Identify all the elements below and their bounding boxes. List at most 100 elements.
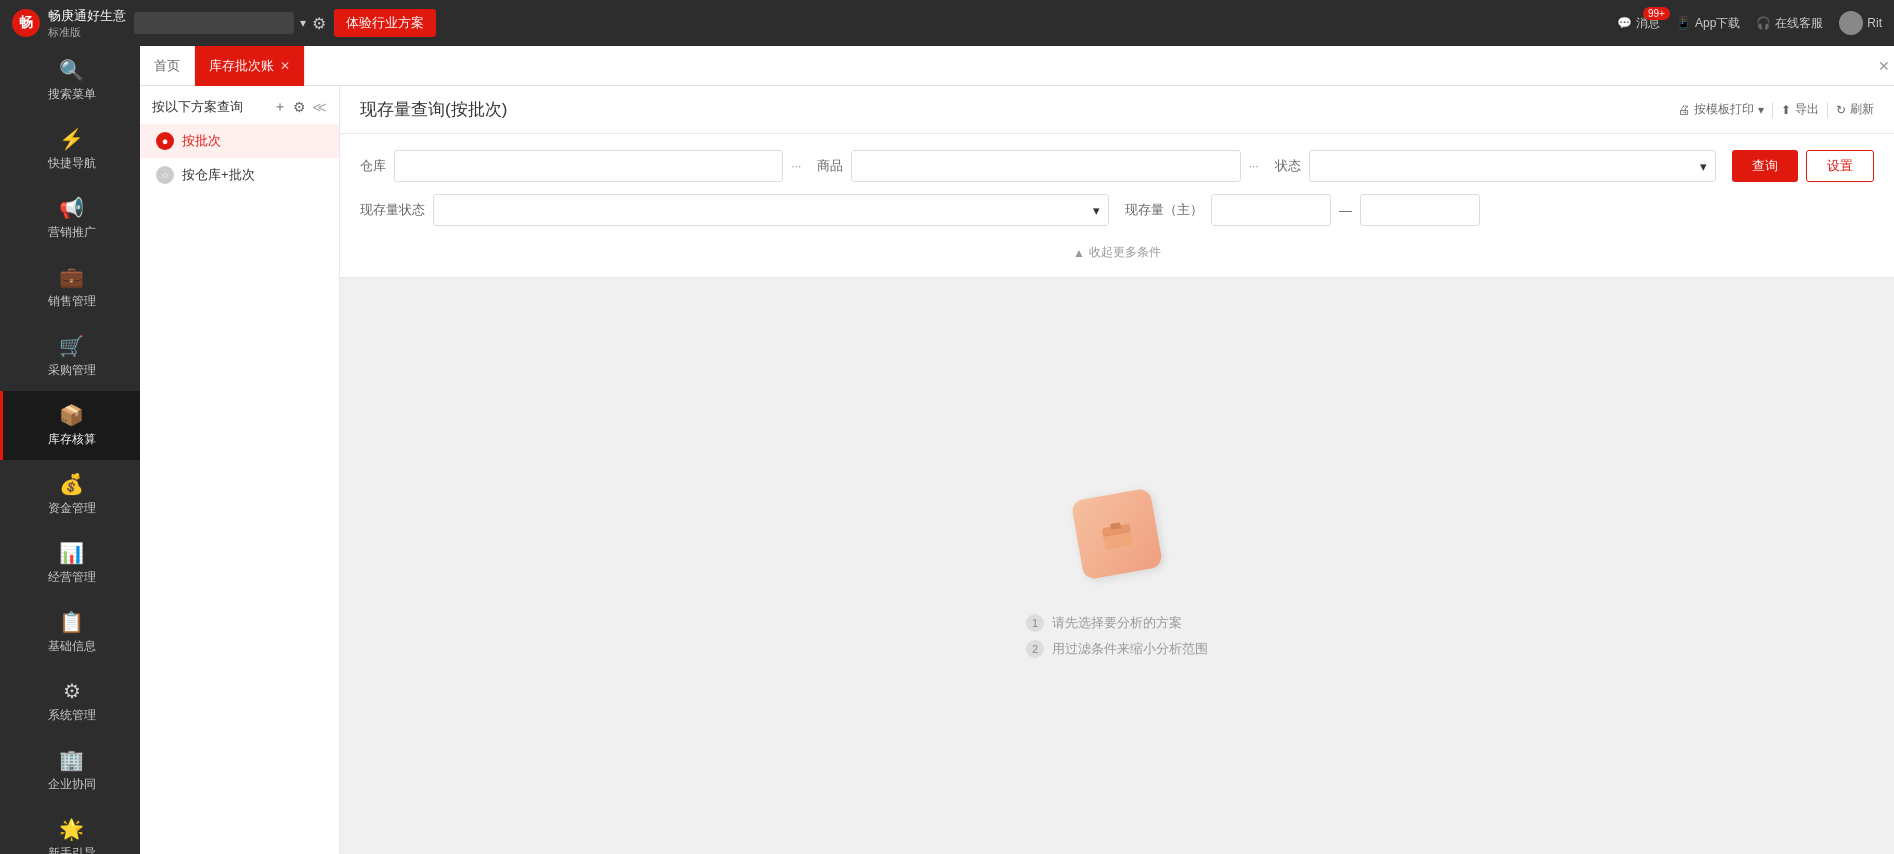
add-scheme-btn[interactable]: ＋ xyxy=(273,98,287,116)
sidebar-item-label: 库存核算 xyxy=(48,431,96,448)
product-more-btn[interactable]: ··· xyxy=(1249,159,1259,173)
panel-header-actions: ＋ ⚙ ≪ xyxy=(273,98,327,116)
header-search: ▾ ⚙ xyxy=(134,12,326,34)
filter-group-stock-qty: 现存量（主） — xyxy=(1125,194,1874,226)
export-label: 导出 xyxy=(1795,101,1819,118)
system-icon: ⚙ xyxy=(63,679,81,703)
filter-row-2: 现存量状态 ▾ 现存量（主） — xyxy=(360,194,1874,226)
stock-qty-from[interactable] xyxy=(1211,194,1331,226)
sidebar-item-finance[interactable]: 💰 资金管理 xyxy=(0,460,140,529)
step-num-2: 2 xyxy=(1026,640,1044,658)
sidebar-item-basic-info[interactable]: 📋 基础信息 xyxy=(0,598,140,667)
export-btn[interactable]: ⬆ 导出 xyxy=(1781,101,1819,118)
sidebar-item-label: 快捷导航 xyxy=(48,155,96,172)
tab-home-label: 首页 xyxy=(154,57,180,75)
app-subtitle: 标准版 xyxy=(48,25,126,40)
page-header: 现存量查询(按批次) 🖨 按模板打印 ▾ ⬆ 导出 xyxy=(340,86,1894,134)
sales-icon: 💼 xyxy=(59,265,84,289)
sidebar-item-label: 销售管理 xyxy=(48,293,96,310)
message-badge: 99+ xyxy=(1643,7,1670,20)
filter-settings-btn[interactable]: 设置 xyxy=(1806,150,1874,182)
sidebar-item-label: 基础信息 xyxy=(48,638,96,655)
app-download-label: App下载 xyxy=(1695,15,1740,32)
user-avatar-btn[interactable]: Rit xyxy=(1839,11,1882,35)
print-dropdown-icon: ▾ xyxy=(1758,103,1764,117)
warehouse-input[interactable] xyxy=(394,150,783,182)
sidebar-item-label: 采购管理 xyxy=(48,362,96,379)
status-select[interactable]: ▾ xyxy=(1309,150,1716,182)
filter-area: 仓库 ··· 商品 ··· 状态 xyxy=(340,134,1894,278)
query-btn[interactable]: 查询 xyxy=(1732,150,1798,182)
sidebar-item-label: 系统管理 xyxy=(48,707,96,724)
tab-panel-close-btn[interactable]: ✕ xyxy=(1874,56,1894,76)
top-header: 畅 畅庚通好生意 标准版 ▾ ⚙ 体验行业方案 💬 消息 99+ 📱 App下载… xyxy=(0,0,1894,46)
divider-1 xyxy=(1772,102,1773,118)
status-dropdown-icon: ▾ xyxy=(1700,159,1707,174)
status-label: 状态 xyxy=(1275,157,1301,175)
search-menu-icon: 🔍 xyxy=(59,58,84,82)
search-dropdown-btn[interactable]: ▾ xyxy=(300,16,306,30)
message-btn[interactable]: 💬 消息 99+ xyxy=(1617,15,1660,32)
message-icon: 💬 xyxy=(1617,16,1632,30)
sidebar-item-enterprise[interactable]: 🏢 企业协同 xyxy=(0,736,140,805)
page-header-actions: 🖨 按模板打印 ▾ ⬆ 导出 ↻ 刷新 xyxy=(1678,101,1874,118)
sidebar-item-inventory[interactable]: 📦 库存核算 xyxy=(0,391,140,460)
tab-batch-account[interactable]: 库存批次账 ✕ xyxy=(195,46,305,86)
sidebar-item-label: 企业协同 xyxy=(48,776,96,793)
refresh-btn[interactable]: ↻ 刷新 xyxy=(1836,101,1874,118)
basic-info-icon: 📋 xyxy=(59,610,84,634)
header-right: 💬 消息 99+ 📱 App下载 🎧 在线客服 Rit xyxy=(1617,11,1882,35)
chevron-up-icon: ▲ xyxy=(1073,246,1085,260)
sidebar-item-new-guide[interactable]: 🌟 新手引导 xyxy=(0,805,140,854)
panel-item-by-batch[interactable]: ● 按批次 xyxy=(140,124,339,158)
avatar xyxy=(1839,11,1863,35)
tab-home[interactable]: 首页 xyxy=(140,46,195,86)
warehouse-label: 仓库 xyxy=(360,157,386,175)
product-input[interactable] xyxy=(851,150,1240,182)
empty-step-1-text: 请先选择要分析的方案 xyxy=(1052,614,1182,632)
enterprise-icon: 🏢 xyxy=(59,748,84,772)
phone-icon: 📱 xyxy=(1676,16,1691,30)
app-info: 畅庚通好生意 标准版 xyxy=(48,7,126,40)
filter-group-product: 商品 ··· xyxy=(817,150,1258,182)
collapse-filter-btn[interactable]: ▲ 收起更多条件 xyxy=(360,238,1874,261)
print-btn[interactable]: 🖨 按模板打印 ▾ xyxy=(1678,101,1764,118)
sidebar-item-label: 经营管理 xyxy=(48,569,96,586)
header-left: 畅 畅庚通好生意 标准版 ▾ ⚙ 体验行业方案 xyxy=(12,7,436,40)
online-service-label: 在线客服 xyxy=(1775,15,1823,32)
panel-title: 按以下方案查询 xyxy=(152,98,243,116)
filter-group-stock-status: 现存量状态 ▾ xyxy=(360,194,1109,226)
marketing-icon: 📢 xyxy=(59,196,84,220)
collapse-panel-btn[interactable]: ≪ xyxy=(312,99,327,115)
search-input[interactable] xyxy=(134,12,294,34)
step-num-1: 1 xyxy=(1026,614,1044,632)
operations-icon: 📊 xyxy=(59,541,84,565)
settings-icon-btn[interactable]: ⚙ xyxy=(312,14,326,33)
right-content: 现存量查询(按批次) 🖨 按模板打印 ▾ ⬆ 导出 xyxy=(340,86,1894,854)
export-icon: ⬆ xyxy=(1781,103,1791,117)
sidebar-item-label: 搜索菜单 xyxy=(48,86,96,103)
panel-item-by-warehouse-batch[interactable]: ○ 按仓库+批次 xyxy=(140,158,339,192)
sidebar-item-quick-nav[interactable]: ⚡ 快捷导航 xyxy=(0,115,140,184)
sidebar-item-purchase[interactable]: 🛒 采购管理 xyxy=(0,322,140,391)
app-title: 畅庚通好生意 xyxy=(48,7,126,25)
experience-btn[interactable]: 体验行业方案 xyxy=(334,9,436,37)
stock-status-select[interactable]: ▾ xyxy=(433,194,1109,226)
by-warehouse-batch-icon: ○ xyxy=(156,166,174,184)
edit-scheme-btn[interactable]: ⚙ xyxy=(293,99,306,115)
tab-close-icon[interactable]: ✕ xyxy=(280,59,290,73)
online-service-btn[interactable]: 🎧 在线客服 xyxy=(1756,15,1823,32)
app-download-btn[interactable]: 📱 App下载 xyxy=(1676,15,1740,32)
sidebar-item-system[interactable]: ⚙ 系统管理 xyxy=(0,667,140,736)
sidebar-item-operations[interactable]: 📊 经营管理 xyxy=(0,529,140,598)
stock-qty-to[interactable] xyxy=(1360,194,1480,226)
sidebar-item-sales[interactable]: 💼 销售管理 xyxy=(0,253,140,322)
headset-icon: 🎧 xyxy=(1756,16,1771,30)
sidebar-item-marketing[interactable]: 📢 营销推广 xyxy=(0,184,140,253)
warehouse-more-btn[interactable]: ··· xyxy=(791,159,801,173)
sidebar-item-search-menu[interactable]: 🔍 搜索菜单 xyxy=(0,46,140,115)
print-icon: 🖨 xyxy=(1678,103,1690,117)
sidebar-item-label: 新手引导 xyxy=(48,845,96,854)
collapse-filter-label: 收起更多条件 xyxy=(1089,244,1161,261)
divider-2 xyxy=(1827,102,1828,118)
